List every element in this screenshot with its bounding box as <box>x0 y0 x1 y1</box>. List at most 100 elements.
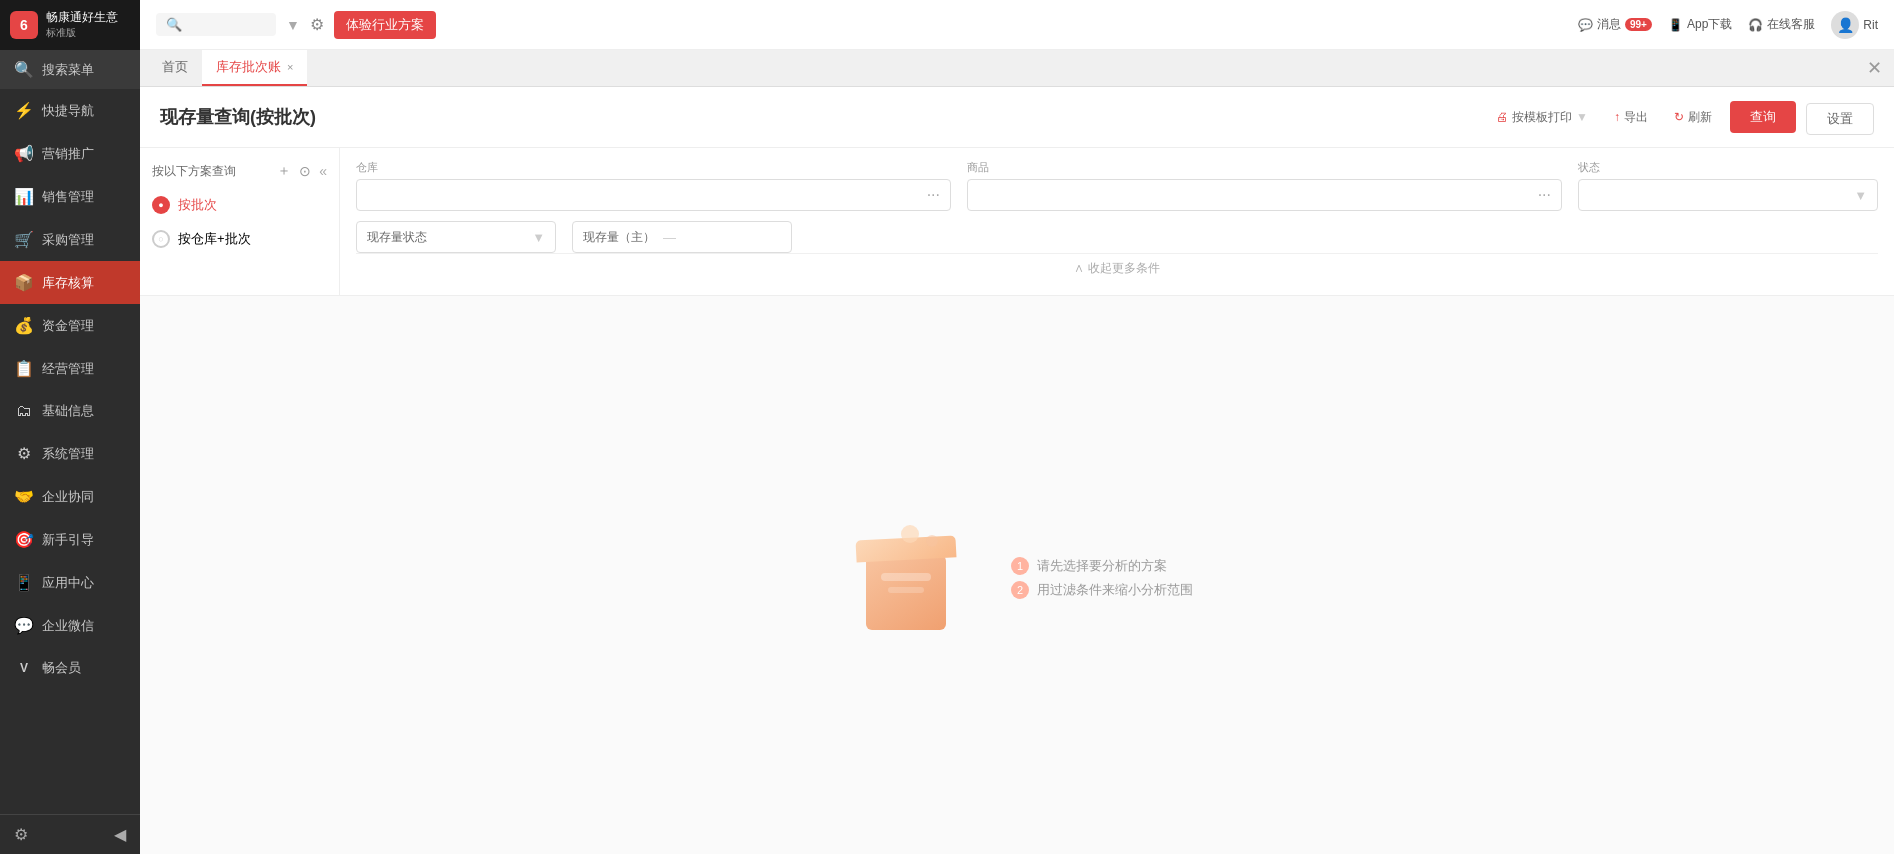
messages-badge: 99+ <box>1625 18 1652 31</box>
filter-row-1: 仓库 ··· 商品 ··· 状态 <box>356 160 1878 211</box>
main-content: 🔍 ▼ ⚙ 体验行业方案 💬 消息 99+ 📱 App下载 🎧 在线客服 👤 R… <box>140 0 1894 854</box>
sidebar-item-enterprise[interactable]: 🤝 企业协同 <box>0 475 140 518</box>
collapse-conditions-btn[interactable]: ∧ 收起更多条件 <box>356 253 1878 283</box>
sidebar-item-member[interactable]: V 畅会员 <box>0 647 140 689</box>
sidebar-item-app-center[interactable]: 📱 应用中心 <box>0 561 140 604</box>
warehouse-input[interactable]: ··· <box>356 179 951 211</box>
status-select[interactable]: ▼ <box>1578 179 1878 211</box>
close-all-tabs[interactable]: ✕ <box>1855 57 1894 79</box>
empty-box-body <box>866 555 946 630</box>
empty-steps: 1 请先选择要分析的方案 2 用过滤条件来缩小分析范围 <box>1011 557 1193 605</box>
sidebar-item-basics[interactable]: 🗂 基础信息 <box>0 390 140 432</box>
sales-icon: 📊 <box>14 187 34 206</box>
sidebar-item-finance[interactable]: 💰 资金管理 <box>0 304 140 347</box>
scheme-item-by-batch[interactable]: ● 按批次 <box>140 188 339 222</box>
search-icon: 🔍 <box>14 60 34 79</box>
topbar-gear-icon[interactable]: ⚙ <box>310 15 324 34</box>
empty-illustration <box>841 520 971 630</box>
sidebar-item-inventory[interactable]: 📦 库存核算 <box>0 261 140 304</box>
collapse-sidebar-icon[interactable]: ◀ <box>114 825 126 844</box>
enterprise-icon: 🤝 <box>14 487 34 506</box>
current-qty-field: 现存量（主） — <box>572 221 792 253</box>
goods-input[interactable]: ··· <box>967 179 1562 211</box>
online-service-action[interactable]: 🎧 在线客服 <box>1748 16 1815 33</box>
export-icon: ↑ <box>1614 110 1620 124</box>
topbar-dropdown-icon[interactable]: ▼ <box>286 17 300 33</box>
empty-step-2: 2 用过滤条件来缩小分析范围 <box>1011 581 1193 599</box>
range-separator: — <box>663 230 676 245</box>
refresh-btn[interactable]: ↻ 刷新 <box>1666 105 1720 130</box>
inventory-status-select[interactable]: 现存量状态 ▼ <box>356 221 556 253</box>
sidebar-item-enterprise-wx[interactable]: 💬 企业微信 <box>0 604 140 647</box>
topbar-right: 💬 消息 99+ 📱 App下载 🎧 在线客服 👤 Rit <box>1578 11 1878 39</box>
sidebar-item-operations[interactable]: 📋 经营管理 <box>0 347 140 390</box>
page-header: 现存量查询(按批次) 🖨 按模板打印 ▼ ↑ 导出 ↻ 刷新 查询 设置 <box>140 87 1894 148</box>
sidebar-item-search[interactable]: 🔍 搜索菜单 <box>0 50 140 89</box>
empty-state: 1 请先选择要分析的方案 2 用过滤条件来缩小分析范围 <box>140 296 1894 854</box>
goods-dots-icon[interactable]: ··· <box>1538 186 1551 204</box>
sidebar-item-newbie[interactable]: 🎯 新手引导 <box>0 518 140 561</box>
add-scheme-icon[interactable]: ＋ <box>277 162 291 180</box>
quick-nav-icon: ⚡ <box>14 101 34 120</box>
app-download-action[interactable]: 📱 App下载 <box>1668 16 1732 33</box>
warehouse-dots-icon[interactable]: ··· <box>927 186 940 204</box>
page-actions: 🖨 按模板打印 ▼ ↑ 导出 ↻ 刷新 查询 设置 <box>1488 99 1874 135</box>
purchase-icon: 🛒 <box>14 230 34 249</box>
basics-icon: 🗂 <box>14 402 34 420</box>
sidebar-item-purchase[interactable]: 🛒 采购管理 <box>0 218 140 261</box>
status-arrow-icon: ▼ <box>1854 188 1867 203</box>
step-2-num: 2 <box>1011 581 1029 599</box>
goods-filter: 商品 ··· <box>967 160 1562 211</box>
user-profile[interactable]: 👤 Rit <box>1831 11 1878 39</box>
step-1-num: 1 <box>1011 557 1029 575</box>
tab-close-icon[interactable]: × <box>287 62 293 73</box>
messages-action[interactable]: 💬 消息 99+ <box>1578 16 1652 33</box>
experience-btn[interactable]: 体验行业方案 <box>334 11 436 39</box>
topbar-search-box[interactable]: 🔍 <box>156 13 276 36</box>
refresh-icon: ↻ <box>1674 110 1684 124</box>
query-button-top[interactable]: 查询 <box>1730 101 1796 133</box>
filter-panel: 按以下方案查询 ＋ ⊙ « ● 按批次 ○ 按仓库+批次 <box>140 148 1894 296</box>
collapse-scheme-icon[interactable]: « <box>319 163 327 179</box>
message-icon: 💬 <box>1578 18 1593 32</box>
settings-icon[interactable]: ⚙ <box>14 825 28 844</box>
topbar-search-icon: 🔍 <box>166 17 182 32</box>
app-center-icon: 📱 <box>14 573 34 592</box>
settings-scheme-icon[interactable]: ⊙ <box>299 163 311 179</box>
filter-row-2: 现存量状态 ▼ 现存量（主） — <box>356 221 1878 253</box>
current-qty-label: 现存量（主） <box>583 229 655 246</box>
sidebar-item-marketing[interactable]: 📢 营销推广 <box>0 132 140 175</box>
scheme-panel: 按以下方案查询 ＋ ⊙ « ● 按批次 ○ 按仓库+批次 <box>140 148 340 295</box>
scheme-header: 按以下方案查询 ＋ ⊙ « <box>140 158 339 188</box>
sidebar-subtitle: 标准版 <box>46 26 118 40</box>
operations-icon: 📋 <box>14 359 34 378</box>
enterprise-wx-icon: 💬 <box>14 616 34 635</box>
tab-home[interactable]: 首页 <box>148 50 202 86</box>
tab-inventory-batch[interactable]: 库存批次账 × <box>202 50 307 86</box>
page-content: 现存量查询(按批次) 🖨 按模板打印 ▼ ↑ 导出 ↻ 刷新 查询 设置 <box>140 87 1894 854</box>
sidebar-item-system[interactable]: ⚙ 系统管理 <box>0 432 140 475</box>
settings-button[interactable]: 设置 <box>1806 103 1874 135</box>
scheme-item-by-warehouse-batch[interactable]: ○ 按仓库+批次 <box>140 222 339 256</box>
export-btn[interactable]: ↑ 导出 <box>1606 105 1656 130</box>
sidebar-header: 6 畅康通好生意 标准版 <box>0 0 140 50</box>
page-title: 现存量查询(按批次) <box>160 105 316 129</box>
print-icon: 🖨 <box>1496 110 1508 124</box>
sidebar-item-sales[interactable]: 📊 销售管理 <box>0 175 140 218</box>
chevron-up-icon: ∧ <box>1074 261 1084 275</box>
sidebar-title: 畅康通好生意 <box>46 10 118 26</box>
sidebar-bottom: ⚙ ◀ <box>0 814 140 854</box>
finance-icon: 💰 <box>14 316 34 335</box>
print-btn[interactable]: 🖨 按模板打印 ▼ <box>1488 105 1596 130</box>
scheme-dot-outline: ○ <box>152 230 170 248</box>
print-dropdown-icon: ▼ <box>1576 110 1588 124</box>
sidebar-nav: 🔍 搜索菜单 ⚡ 快捷导航 📢 营销推广 📊 销售管理 🛒 采购管理 📦 库存核… <box>0 50 140 814</box>
inventory-icon: 📦 <box>14 273 34 292</box>
system-icon: ⚙ <box>14 444 34 463</box>
warehouse-filter: 仓库 ··· <box>356 160 951 211</box>
sidebar-item-quick-nav[interactable]: ⚡ 快捷导航 <box>0 89 140 132</box>
phone-icon: 📱 <box>1668 18 1683 32</box>
marketing-icon: 📢 <box>14 144 34 163</box>
tabs-bar: 首页 库存批次账 × ✕ <box>140 50 1894 87</box>
topbar-search-input[interactable] <box>188 18 268 32</box>
